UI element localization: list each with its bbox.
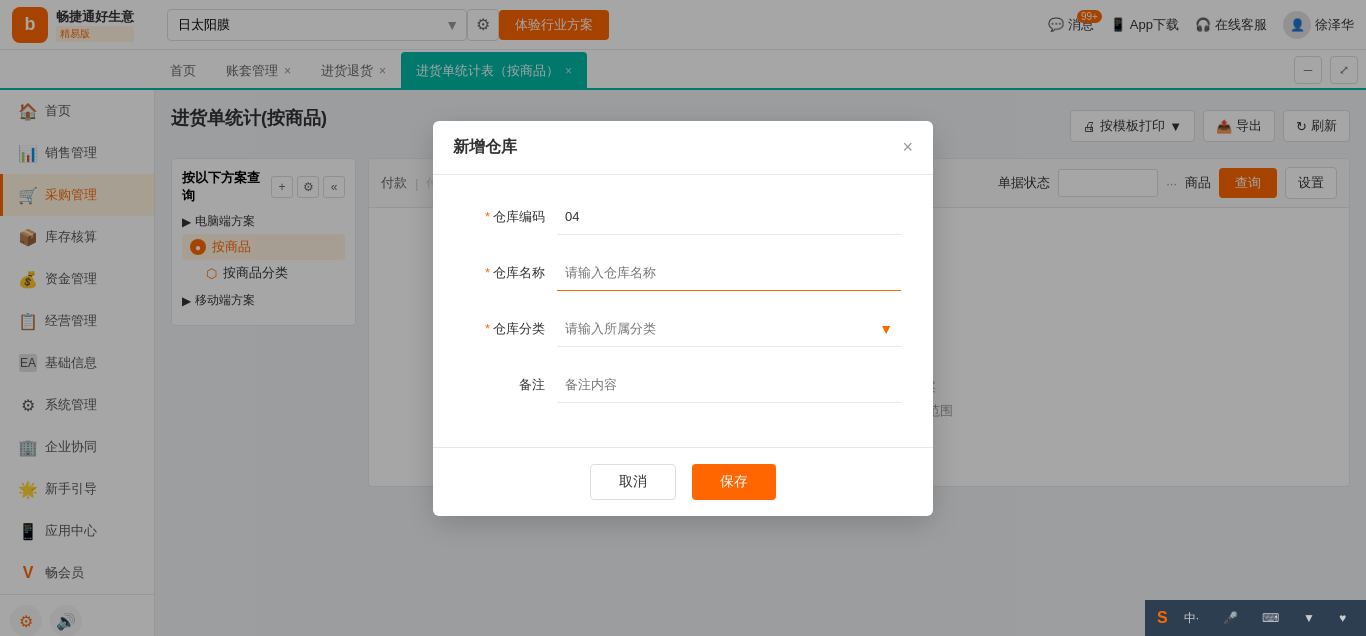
form-row-remark: 备注 — [465, 367, 901, 403]
form-row-code: 仓库编码 — [465, 199, 901, 235]
dialog-footer: 取消 保存 — [433, 447, 933, 516]
category-dropdown-icon: ▼ — [879, 321, 893, 337]
warehouse-code-label: 仓库编码 — [465, 208, 545, 226]
warehouse-name-label: 仓库名称 — [465, 264, 545, 282]
warehouse-category-wrapper: ▼ — [557, 311, 901, 347]
dialog-header: 新增仓库 × — [433, 121, 933, 175]
bottom-settings[interactable]: ▼ — [1295, 607, 1323, 629]
dialog-body: 仓库编码 仓库名称 仓库分类 ▼ 备注 — [433, 175, 933, 447]
remark-label: 备注 — [465, 376, 545, 394]
dialog-close-button[interactable]: × — [902, 138, 913, 156]
bottom-extra[interactable]: ♥ — [1331, 607, 1354, 629]
form-row-category: 仓库分类 ▼ — [465, 311, 901, 347]
save-button[interactable]: 保存 — [692, 464, 776, 500]
cancel-button[interactable]: 取消 — [590, 464, 676, 500]
bottom-mic[interactable]: 🎤 — [1215, 607, 1246, 629]
bottom-lang[interactable]: 中· — [1176, 606, 1207, 631]
warehouse-name-input[interactable] — [557, 255, 901, 291]
dialog-add-warehouse: 新增仓库 × 仓库编码 仓库名称 仓库分类 ▼ — [433, 121, 933, 516]
bottom-keyboard[interactable]: ⌨ — [1254, 607, 1287, 629]
form-row-name: 仓库名称 — [465, 255, 901, 291]
bottom-logo: S — [1157, 609, 1168, 627]
remark-input[interactable] — [557, 367, 901, 403]
dialog-title: 新增仓库 — [453, 137, 517, 158]
bottom-bar: S 中· 🎤 ⌨ ▼ ♥ — [1145, 600, 1366, 636]
warehouse-category-input[interactable] — [557, 311, 901, 347]
warehouse-code-input[interactable] — [557, 199, 901, 235]
modal-overlay[interactable]: 新增仓库 × 仓库编码 仓库名称 仓库分类 ▼ — [0, 0, 1366, 636]
warehouse-category-label: 仓库分类 — [465, 320, 545, 338]
